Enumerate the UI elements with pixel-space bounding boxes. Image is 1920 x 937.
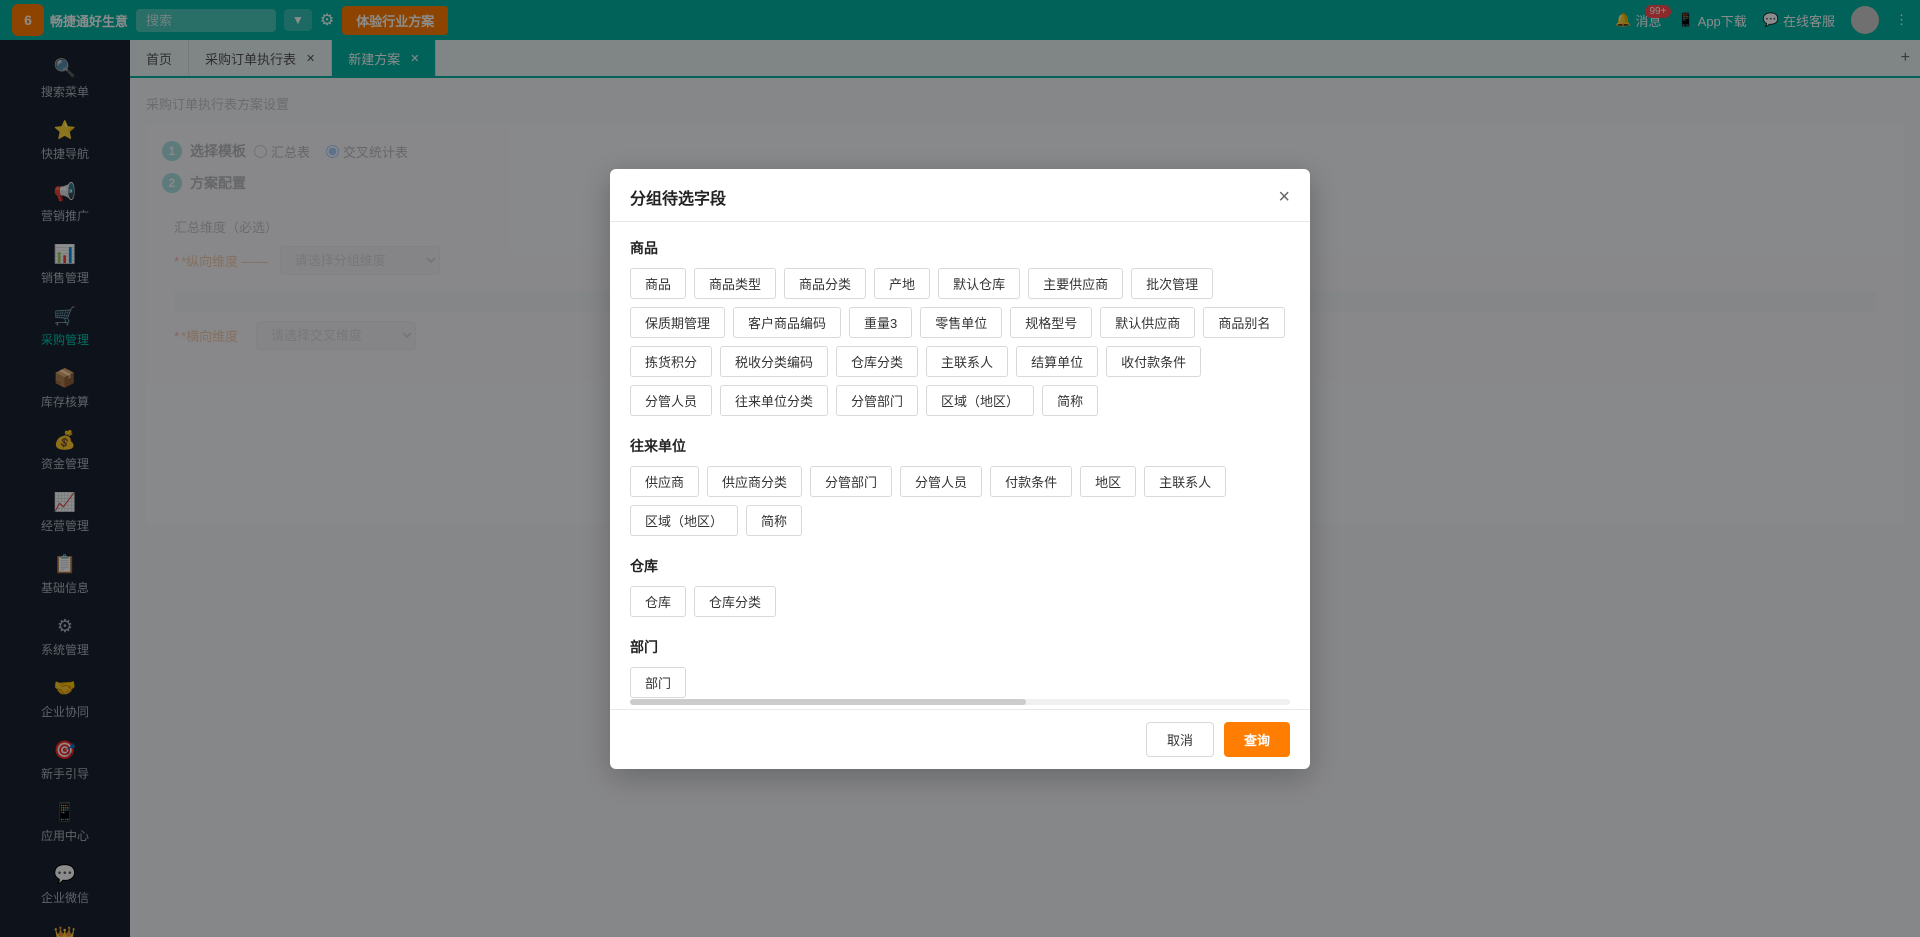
- section-warehouse-tags: 仓库 仓库分类: [630, 586, 1290, 617]
- field-tag-supplier[interactable]: 供应商: [630, 466, 699, 497]
- field-tag-warehouse-type[interactable]: 仓库分类: [694, 586, 776, 617]
- field-tag-weight3[interactable]: 重量3: [849, 307, 912, 338]
- field-tag-main-supplier[interactable]: 主要供应商: [1028, 268, 1123, 299]
- dialog-header: 分组待选字段 ×: [610, 169, 1310, 222]
- field-tag-tax-code[interactable]: 税收分类编码: [720, 346, 828, 377]
- field-tag-warehouse[interactable]: 仓库: [630, 586, 686, 617]
- field-tag-origin[interactable]: 产地: [874, 268, 930, 299]
- field-tag-dept-manager[interactable]: 分管部门: [836, 385, 918, 416]
- section-dept-tags: 部门: [630, 667, 1290, 698]
- dialog-title: 分组待选字段: [630, 185, 726, 209]
- field-tag-batch-mgmt[interactable]: 批次管理: [1131, 268, 1213, 299]
- field-tag-retail-unit[interactable]: 零售单位: [920, 307, 1002, 338]
- field-tag-goods-category[interactable]: 商品分类: [784, 268, 866, 299]
- dialog-footer: 取消 查询: [610, 709, 1310, 769]
- dialog-cancel-btn[interactable]: 取消: [1146, 722, 1214, 757]
- field-tag-customer-code[interactable]: 客户商品编码: [733, 307, 841, 338]
- section-dept: 部门 部门: [630, 637, 1290, 698]
- field-tag-default-warehouse[interactable]: 默认仓库: [938, 268, 1020, 299]
- field-tag-short-name-goods[interactable]: 简称: [1042, 385, 1098, 416]
- field-tag-goods-alias[interactable]: 商品别名: [1203, 307, 1285, 338]
- app-wrapper: 6 畅捷通好生意 ▼ ⚙ 体验行业方案 🔔 消息 99+ 📱 App下载 💬 在…: [0, 0, 1920, 937]
- field-tag-settlement-unit[interactable]: 结算单位: [1016, 346, 1098, 377]
- field-tag-counterpart-category[interactable]: 往来单位分类: [720, 385, 828, 416]
- field-tag-shelf-life[interactable]: 保质期管理: [630, 307, 725, 338]
- dialog-confirm-btn[interactable]: 查询: [1224, 722, 1290, 757]
- section-dept-title: 部门: [630, 637, 1290, 657]
- field-tag-goods[interactable]: 商品: [630, 268, 686, 299]
- field-tag-main-contact-counterpart[interactable]: 主联系人: [1144, 466, 1226, 497]
- field-tag-main-contact[interactable]: 主联系人: [926, 346, 1008, 377]
- field-tag-region-counterpart[interactable]: 区域（地区）: [630, 505, 738, 536]
- modal-overlay: 分组待选字段 × 商品 商品 商品类型 商品分类 产地 默认仓库 主要供应商 批…: [0, 0, 1920, 937]
- field-tag-payment-condition[interactable]: 付款条件: [990, 466, 1072, 497]
- dialog-hscroll[interactable]: [630, 699, 1290, 704]
- field-tag-warehouse-category[interactable]: 仓库分类: [836, 346, 918, 377]
- field-tag-goods-type[interactable]: 商品类型: [694, 268, 776, 299]
- field-tag-supervisor[interactable]: 分管人员: [630, 385, 712, 416]
- field-tag-dept-counterpart[interactable]: 分管部门: [810, 466, 892, 497]
- field-tag-region-goods[interactable]: 区域（地区）: [926, 385, 1034, 416]
- field-tag-dept[interactable]: 部门: [630, 667, 686, 698]
- section-warehouse-title: 仓库: [630, 556, 1290, 576]
- dialog-body[interactable]: 商品 商品 商品类型 商品分类 产地 默认仓库 主要供应商 批次管理 保质期管理…: [610, 222, 1310, 700]
- section-counterpart: 往来单位 供应商 供应商分类 分管部门 分管人员 付款条件 地区 主联系人 区域…: [630, 436, 1290, 536]
- dialog-hscroll-thumb: [630, 699, 1026, 704]
- field-tag-pick-points[interactable]: 拣货积分: [630, 346, 712, 377]
- section-warehouse: 仓库 仓库 仓库分类: [630, 556, 1290, 617]
- section-counterpart-tags: 供应商 供应商分类 分管部门 分管人员 付款条件 地区 主联系人 区域（地区） …: [630, 466, 1290, 536]
- field-tag-default-supplier[interactable]: 默认供应商: [1100, 307, 1195, 338]
- field-tag-supervisor-counterpart[interactable]: 分管人员: [900, 466, 982, 497]
- field-tag-supplier-category[interactable]: 供应商分类: [707, 466, 802, 497]
- dialog-close-btn[interactable]: ×: [1278, 187, 1290, 207]
- section-goods-title: 商品: [630, 238, 1290, 258]
- field-tag-payment-terms[interactable]: 收付款条件: [1106, 346, 1201, 377]
- field-select-dialog: 分组待选字段 × 商品 商品 商品类型 商品分类 产地 默认仓库 主要供应商 批…: [610, 169, 1310, 769]
- section-goods-tags: 商品 商品类型 商品分类 产地 默认仓库 主要供应商 批次管理 保质期管理 客户…: [630, 268, 1290, 416]
- field-tag-spec-model[interactable]: 规格型号: [1010, 307, 1092, 338]
- field-tag-short-name-counterpart[interactable]: 简称: [746, 505, 802, 536]
- field-tag-area[interactable]: 地区: [1080, 466, 1136, 497]
- section-counterpart-title: 往来单位: [630, 436, 1290, 456]
- section-goods: 商品 商品 商品类型 商品分类 产地 默认仓库 主要供应商 批次管理 保质期管理…: [630, 238, 1290, 416]
